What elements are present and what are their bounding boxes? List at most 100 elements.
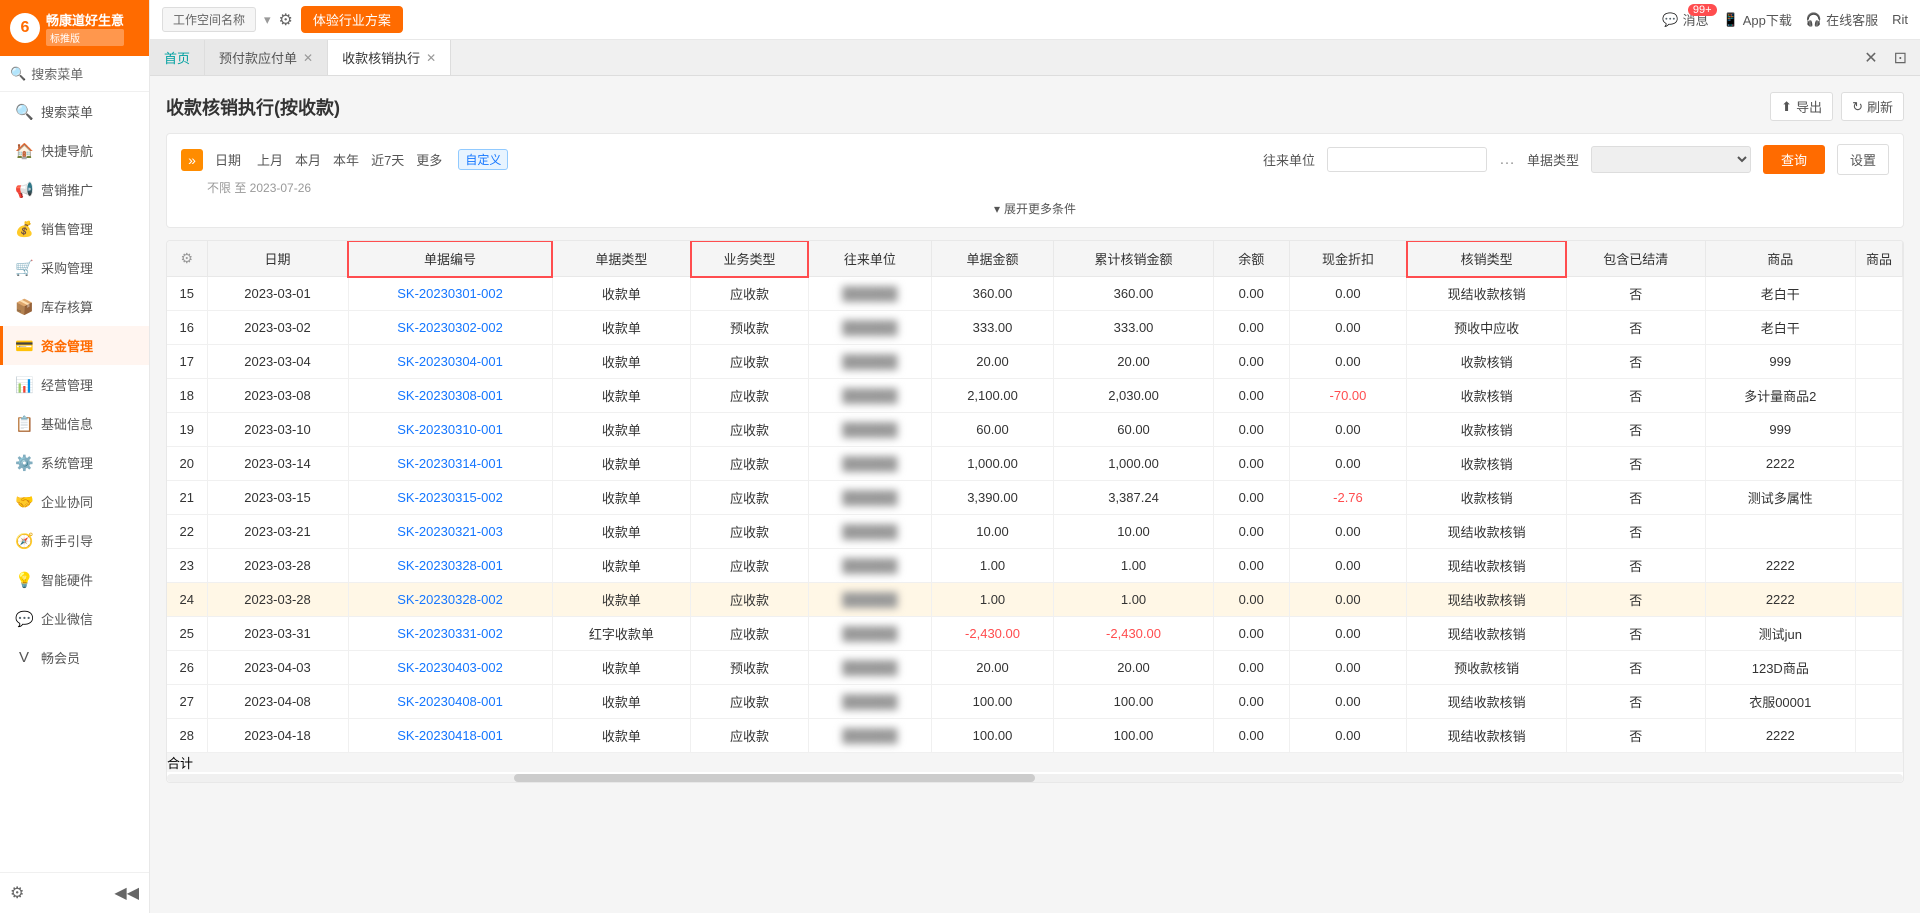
voucher-link[interactable]: SK-20230328-002 (397, 592, 503, 607)
cell-biz-type: 应收款 (691, 719, 809, 753)
voucher-link[interactable]: SK-20230321-003 (397, 524, 503, 539)
maximize-button[interactable]: ⊡ (1889, 46, 1912, 70)
sidebar-item-quicknav[interactable]: 🏠快捷导航 (0, 131, 149, 170)
refresh-button[interactable]: ↻ 刷新 (1841, 92, 1904, 121)
notification-button[interactable]: 💬 消息 99+ (1662, 10, 1708, 29)
sidebar-item-purchase[interactable]: 🛒采购管理 (0, 248, 149, 287)
export-button[interactable]: ⬆ 导出 (1770, 92, 1833, 121)
cell-writeoff: 2,030.00 (1054, 379, 1214, 413)
voucher-link[interactable]: SK-20230408-001 (397, 694, 503, 709)
cell-no: 15 (167, 277, 207, 311)
cell-voucher: SK-20230314-001 (348, 447, 552, 481)
solution-button[interactable]: 体验行业方案 (301, 6, 403, 33)
more-date-btn[interactable]: 更多 (412, 148, 446, 171)
setting-button[interactable]: 设置 (1837, 144, 1889, 175)
sidebar-item-label: 基础信息 (41, 414, 93, 433)
bell-icon: 💬 (1662, 12, 1678, 28)
sidebar-item-operations[interactable]: 📊经营管理 (0, 365, 149, 404)
sidebar-item-hardware[interactable]: 💡智能硬件 (0, 560, 149, 599)
sidebar-item-wechat[interactable]: 💬企业微信 (0, 599, 149, 638)
cell-partner: ██████ (808, 685, 931, 719)
voucher-link[interactable]: SK-20230301-002 (397, 286, 503, 301)
partner-input[interactable] (1327, 147, 1487, 172)
th-date: 日期 (207, 241, 348, 277)
cell-balance: 0.00 (1213, 719, 1289, 753)
user-avatar[interactable]: Rit (1892, 12, 1908, 27)
cell-writeoff: 20.00 (1054, 345, 1214, 379)
online-service-button[interactable]: 🎧 在线客服 (1806, 10, 1878, 29)
sidebar-item-system[interactable]: ⚙️系统管理 (0, 443, 149, 482)
workspace-chevron[interactable]: ▾ (264, 12, 271, 28)
horizontal-scrollbar[interactable] (167, 774, 1903, 782)
voucher-link[interactable]: SK-20230308-001 (397, 388, 503, 403)
close-window-button[interactable]: ✕ (1859, 46, 1882, 70)
cell-writeoff-type: 收款核销 (1407, 481, 1567, 515)
cell-date: 2023-03-08 (207, 379, 348, 413)
sidebar-item-finance[interactable]: 💳资金管理 (0, 326, 149, 365)
cell-writeoff: 20.00 (1054, 651, 1214, 685)
voucher-link[interactable]: SK-20230302-002 (397, 320, 503, 335)
cell-partner: ██████ (808, 549, 931, 583)
cell-partner: ██████ (808, 311, 931, 345)
gear-icon[interactable]: ⚙ (279, 10, 293, 30)
workspace-area: 工作空间名称 ▾ ⚙ 体验行业方案 (162, 6, 1652, 33)
th-cash-discount: 现金折扣 (1289, 241, 1407, 277)
sidebar-item-marketing[interactable]: 📢营销推广 (0, 170, 149, 209)
collapse-icon[interactable]: ◀◀ (114, 883, 139, 903)
settings-icon[interactable]: ⚙ (10, 883, 24, 903)
cell-included: 否 (1566, 379, 1705, 413)
custom-date-btn[interactable]: 自定义 (458, 149, 508, 170)
sidebar-item-corp[interactable]: 🤝企业协同 (0, 482, 149, 521)
voucher-link[interactable]: SK-20230418-001 (397, 728, 503, 743)
this-month-btn[interactable]: 本月 (291, 148, 325, 171)
voucher-link[interactable]: SK-20230331-002 (397, 626, 503, 641)
headset-icon: 🎧 (1806, 12, 1822, 28)
voucher-link[interactable]: SK-20230403-002 (397, 660, 503, 675)
this-year-btn[interactable]: 本年 (329, 148, 363, 171)
last-month-btn[interactable]: 上月 (253, 148, 287, 171)
last-7days-btn[interactable]: 近7天 (367, 148, 408, 171)
sidebar-item-basic[interactable]: 📋基础信息 (0, 404, 149, 443)
voucher-link[interactable]: SK-20230310-001 (397, 422, 503, 437)
query-button[interactable]: 查询 (1763, 145, 1825, 174)
tab-receipt-close[interactable]: ✕ (426, 51, 436, 65)
more-options-icon[interactable]: … (1499, 151, 1515, 169)
sidebar-item-guide[interactable]: 🧭新手引导 (0, 521, 149, 560)
sidebar-logo: 6 畅康道好生意 标推版 (0, 0, 149, 56)
filter-toggle-button[interactable]: » (181, 149, 203, 171)
cell-goods1: 2222 (1705, 583, 1855, 617)
workspace-name[interactable]: 工作空间名称 (162, 7, 256, 32)
cell-no: 16 (167, 311, 207, 345)
cell-included: 否 (1566, 277, 1705, 311)
cell-partner: ██████ (808, 719, 931, 753)
cell-voucher: SK-20230301-002 (348, 277, 552, 311)
voucher-link[interactable]: SK-20230314-001 (397, 456, 503, 471)
tab-prepay-close[interactable]: ✕ (303, 51, 313, 65)
cell-included: 否 (1566, 549, 1705, 583)
voucher-link[interactable]: SK-20230304-001 (397, 354, 503, 369)
expand-conditions-row[interactable]: ▾ 展开更多条件 (181, 196, 1889, 217)
cell-balance: 0.00 (1213, 685, 1289, 719)
voucher-link[interactable]: SK-20230315-002 (397, 490, 503, 505)
voucher-type-select[interactable] (1591, 146, 1751, 173)
table-row: 17 2023-03-04 SK-20230304-001 收款单 应收款 ██… (167, 345, 1903, 379)
voucher-link[interactable]: SK-20230328-001 (397, 558, 503, 573)
cell-voucher: SK-20230302-002 (348, 311, 552, 345)
sidebar-search[interactable]: 🔍 搜索菜单 (0, 56, 149, 92)
app-download-button[interactable]: 📱 App下载 (1723, 10, 1792, 29)
th-settings[interactable]: ⚙ (167, 241, 207, 277)
cell-goods2 (1855, 311, 1902, 345)
marketing-icon: 📢 (15, 181, 33, 199)
tab-home[interactable]: 首页 (150, 40, 205, 75)
sidebar-item-vip[interactable]: V畅会员 (0, 638, 149, 677)
scrollbar-thumb[interactable] (514, 774, 1035, 782)
sidebar-item-sales[interactable]: 💰销售管理 (0, 209, 149, 248)
tab-prepay[interactable]: 预付款应付单 ✕ (205, 40, 328, 75)
sidebar-item-inventory[interactable]: 📦库存核算 (0, 287, 149, 326)
cell-goods1: 老白干 (1705, 311, 1855, 345)
tab-receipt[interactable]: 收款核销执行 ✕ (328, 40, 451, 75)
cell-date: 2023-03-28 (207, 549, 348, 583)
sidebar-item-search[interactable]: 🔍搜索菜单 (0, 92, 149, 131)
table-row: 23 2023-03-28 SK-20230328-001 收款单 应收款 ██… (167, 549, 1903, 583)
cell-writeoff-type: 现结收款核销 (1407, 719, 1567, 753)
